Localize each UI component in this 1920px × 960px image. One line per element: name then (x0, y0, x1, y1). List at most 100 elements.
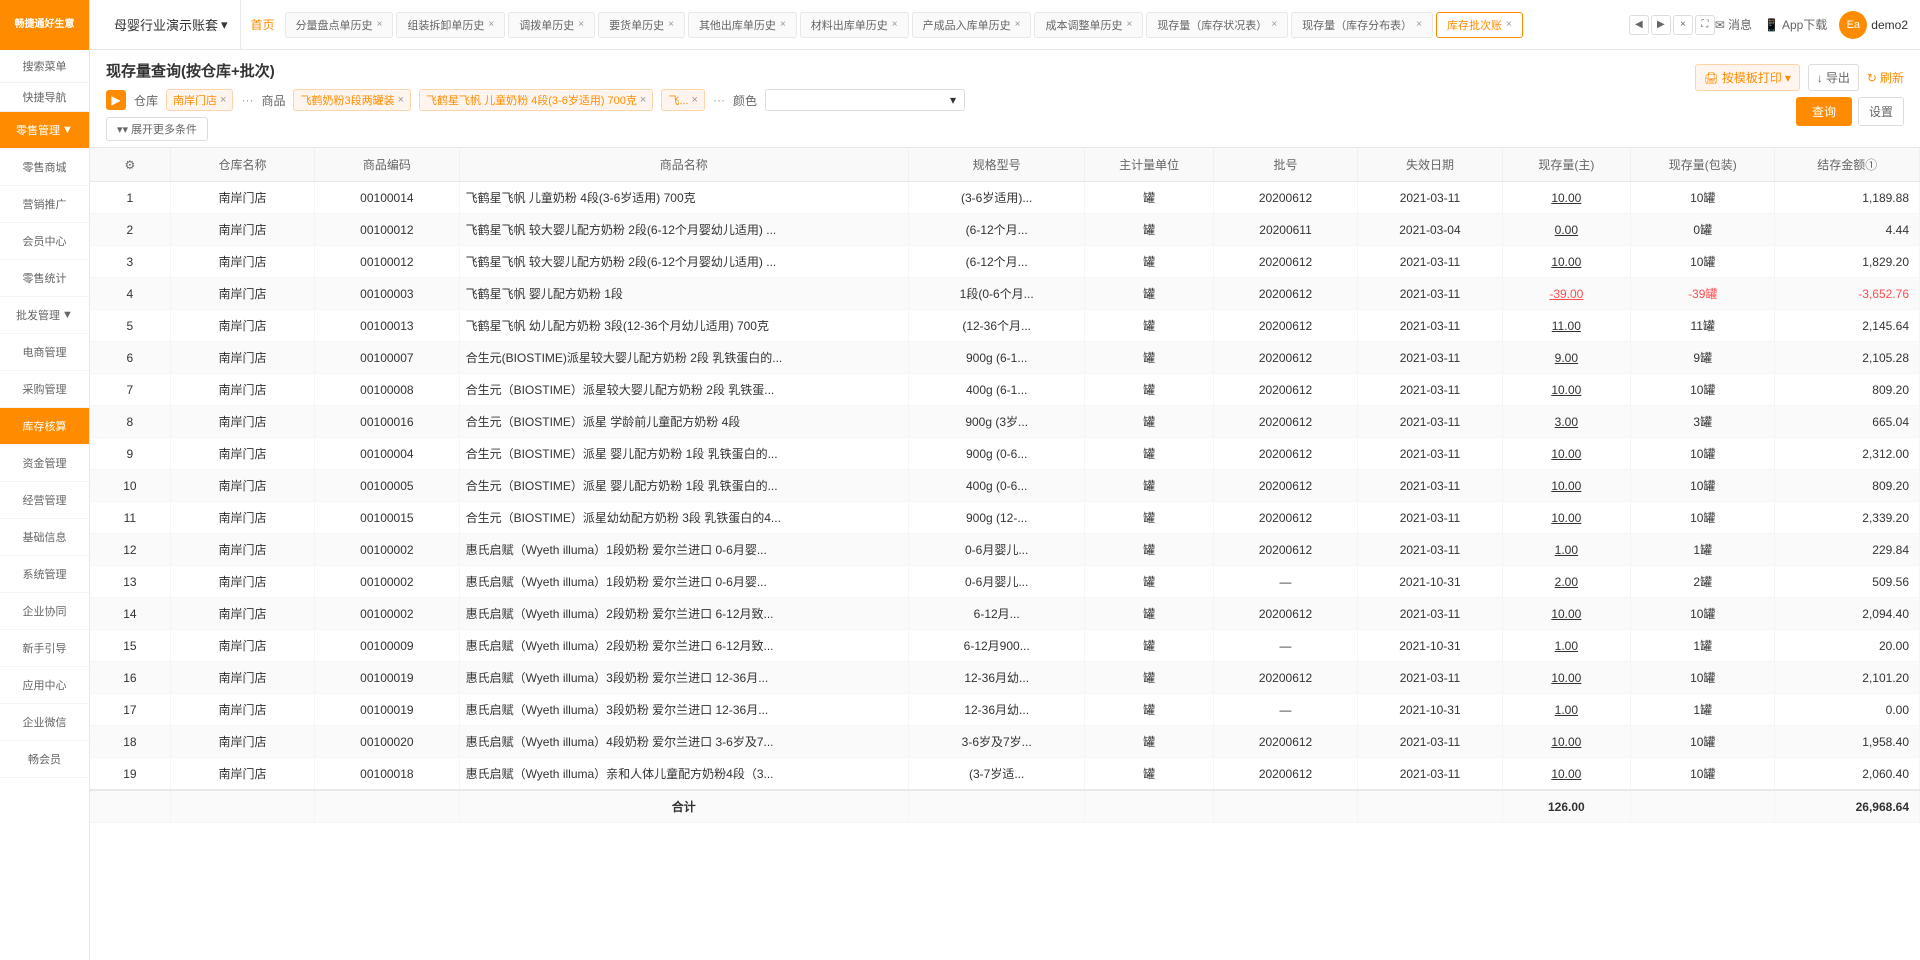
sidebar-item-enterprise[interactable]: 企业协同 (0, 593, 89, 630)
sidebar-item-retail[interactable]: 零售管理 ▼ (0, 112, 89, 149)
filter-expand-button[interactable]: ▶ (106, 90, 126, 110)
sidebar-item-ecommerce[interactable]: 电商管理 (0, 334, 89, 371)
sidebar-item-finance[interactable]: 资金管理 (0, 445, 89, 482)
topbar-home[interactable]: 首页 (241, 16, 285, 33)
topbar-breadcrumb[interactable]: 母婴行业演示账套 ▾ (102, 0, 241, 49)
sidebar-item-inventory[interactable]: 库存核算 (0, 408, 89, 445)
row-qty-main[interactable]: -39.00 (1502, 278, 1630, 310)
tab-close-icon[interactable]: × (1126, 19, 1132, 30)
row-qty-main[interactable]: 1.00 (1502, 694, 1630, 726)
sidebar-item-operations[interactable]: 经营管理 (0, 482, 89, 519)
row-qty-main[interactable]: 10.00 (1502, 662, 1630, 694)
nav-expand-btn[interactable]: ⛶ (1695, 15, 1715, 35)
sidebar-item-wholesale[interactable]: 批发管理 ▼ (0, 297, 89, 334)
product-tag2[interactable]: 飞鹤星飞帆 儿童奶粉 4段(3-6岁适用) 700克 × (419, 89, 653, 111)
topbar-user[interactable]: Ea demo2 (1839, 11, 1908, 39)
row-qty-main[interactable]: 10.00 (1502, 726, 1630, 758)
sidebar-quick-nav[interactable]: 快捷导航 (0, 83, 89, 112)
row-qty-main[interactable]: 10.00 (1502, 598, 1630, 630)
print-button[interactable]: 🖨 按模板打印 ▾ (1695, 64, 1800, 91)
tab-close-icon[interactable]: × (892, 19, 898, 30)
row-qty-main[interactable]: 3.00 (1502, 406, 1630, 438)
row-qty-main[interactable]: 10.00 (1502, 438, 1630, 470)
product-tag1[interactable]: 飞鹤奶粉3段两罐装 × (293, 89, 411, 111)
row-batch: 20200612 (1213, 342, 1357, 374)
sidebar-item-member[interactable]: 畅会员 (0, 741, 89, 778)
sidebar-item-app-center[interactable]: 应用中心 (0, 667, 89, 704)
tab-pici[interactable]: 库存批次账 × (1436, 12, 1523, 38)
row-warehouse: 南岸门店 (170, 598, 314, 630)
tab-close-icon[interactable]: × (780, 19, 786, 30)
settings-button[interactable]: 设置 (1858, 97, 1904, 126)
nav-right-arrow[interactable]: ▶ (1651, 15, 1671, 35)
row-qty-main[interactable]: 2.00 (1502, 566, 1630, 598)
topbar-message[interactable]: ✉ 消息 (1715, 16, 1752, 33)
refresh-button[interactable]: ↻ 刷新 (1867, 69, 1904, 86)
tab-close-icon[interactable]: × (488, 19, 494, 30)
search-button[interactable]: 查询 (1796, 97, 1852, 126)
nav-close-btn[interactable]: × (1673, 15, 1693, 35)
sidebar-item-system[interactable]: 系统管理 (0, 556, 89, 593)
nav-left-arrow[interactable]: ◀ (1629, 15, 1649, 35)
row-qty-pkg: 0罐 (1631, 214, 1775, 246)
row-qty-pkg: 10罐 (1631, 182, 1775, 214)
row-qty-main[interactable]: 10.00 (1502, 758, 1630, 791)
expand-conditions-button[interactable]: ▾▾ 展开更多条件 (106, 117, 208, 141)
sidebar-item-label: 应用中心 (23, 680, 67, 692)
topbar-app-download[interactable]: 📱 App下载 (1764, 16, 1827, 33)
tab-fenliangpandian[interactable]: 分量盘点单历史 × (285, 12, 394, 38)
row-qty-main[interactable]: 10.00 (1502, 246, 1630, 278)
sidebar-item-retail-shop[interactable]: 零售商城 (0, 149, 89, 186)
row-qty-main[interactable]: 0.00 (1502, 214, 1630, 246)
tab-xiancunliang-dist[interactable]: 现存量（库存分布表） × (1291, 12, 1433, 38)
row-qty-main[interactable]: 10.00 (1502, 502, 1630, 534)
export-button[interactable]: ↓ 导出 (1808, 64, 1859, 91)
product-tag1-remove[interactable]: × (398, 94, 404, 106)
sidebar-item-purchase[interactable]: 采购管理 (0, 371, 89, 408)
tab-zuzhangchaijian[interactable]: 组装拆卸单历史 × (396, 12, 505, 38)
sidebar-item-basics[interactable]: 基础信息 (0, 519, 89, 556)
tab-yaohuo[interactable]: 要货单历史 × (598, 12, 685, 38)
sidebar-search[interactable]: 搜索菜单 (0, 50, 89, 83)
sidebar-item-guide[interactable]: 新手引导 (0, 630, 89, 667)
product-tag3-remove[interactable]: × (692, 94, 698, 106)
tab-close-icon[interactable]: × (668, 19, 674, 30)
warehouse-dots[interactable]: ··· (241, 93, 253, 107)
warehouse-tag[interactable]: 南岸门店 × (166, 89, 233, 111)
product-dots[interactable]: ··· (713, 93, 725, 107)
row-qty-main[interactable]: 11.00 (1502, 310, 1630, 342)
sidebar-item-retail-stats[interactable]: 零售统计 (0, 260, 89, 297)
sidebar-item-enterprise-wechat[interactable]: 企业微信 (0, 704, 89, 741)
tab-close-icon[interactable]: × (1416, 19, 1422, 30)
tab-chenben[interactable]: 成本调整单历史 × (1034, 12, 1143, 38)
tab-xiancunliang-status[interactable]: 现存量（库存状况表） × (1146, 12, 1288, 38)
tab-qitachuku[interactable]: 其他出库单历史 × (688, 12, 797, 38)
row-qty-main[interactable]: 10.00 (1502, 182, 1630, 214)
tab-close-icon[interactable]: × (578, 19, 584, 30)
tab-close-icon[interactable]: × (1015, 19, 1021, 30)
tab-close-icon[interactable]: × (1506, 19, 1512, 30)
tab-close-icon[interactable]: × (1271, 19, 1277, 30)
footer-total-qty: 126.00 (1502, 790, 1630, 823)
row-qty-main[interactable]: 1.00 (1502, 630, 1630, 662)
product-tag2-remove[interactable]: × (640, 94, 646, 106)
tab-chanchengpin[interactable]: 产成品入库单历史 × (912, 12, 1032, 38)
product-tag3[interactable]: 飞... × (661, 89, 705, 111)
table-row: 11 南岸门店 00100015 合生元（BIOSTIME）派星幼幼配方奶粉 3… (90, 502, 1920, 534)
row-qty-main[interactable]: 10.00 (1502, 470, 1630, 502)
tab-diaobodanhistory[interactable]: 调拨单历史 × (508, 12, 595, 38)
warehouse-tag-remove[interactable]: × (220, 94, 226, 106)
table-row: 13 南岸门店 00100002 惠氏启赋（Wyeth illuma）1段奶粉 … (90, 566, 1920, 598)
color-input[interactable]: ▾ (765, 89, 965, 111)
col-settings[interactable]: ⚙ (90, 148, 170, 182)
sidebar-item-marketing[interactable]: 营销推广 (0, 186, 89, 223)
breadcrumb-text: 母婴行业演示账套 (114, 15, 218, 34)
tab-close-icon[interactable]: × (377, 19, 383, 30)
row-expire: 2021-03-11 (1358, 470, 1502, 502)
row-qty-main[interactable]: 9.00 (1502, 342, 1630, 374)
row-expire: 2021-03-11 (1358, 502, 1502, 534)
tab-cailiaochuku[interactable]: 材料出库单历史 × (800, 12, 909, 38)
row-qty-main[interactable]: 10.00 (1502, 374, 1630, 406)
row-qty-main[interactable]: 1.00 (1502, 534, 1630, 566)
sidebar-item-members[interactable]: 会员中心 (0, 223, 89, 260)
